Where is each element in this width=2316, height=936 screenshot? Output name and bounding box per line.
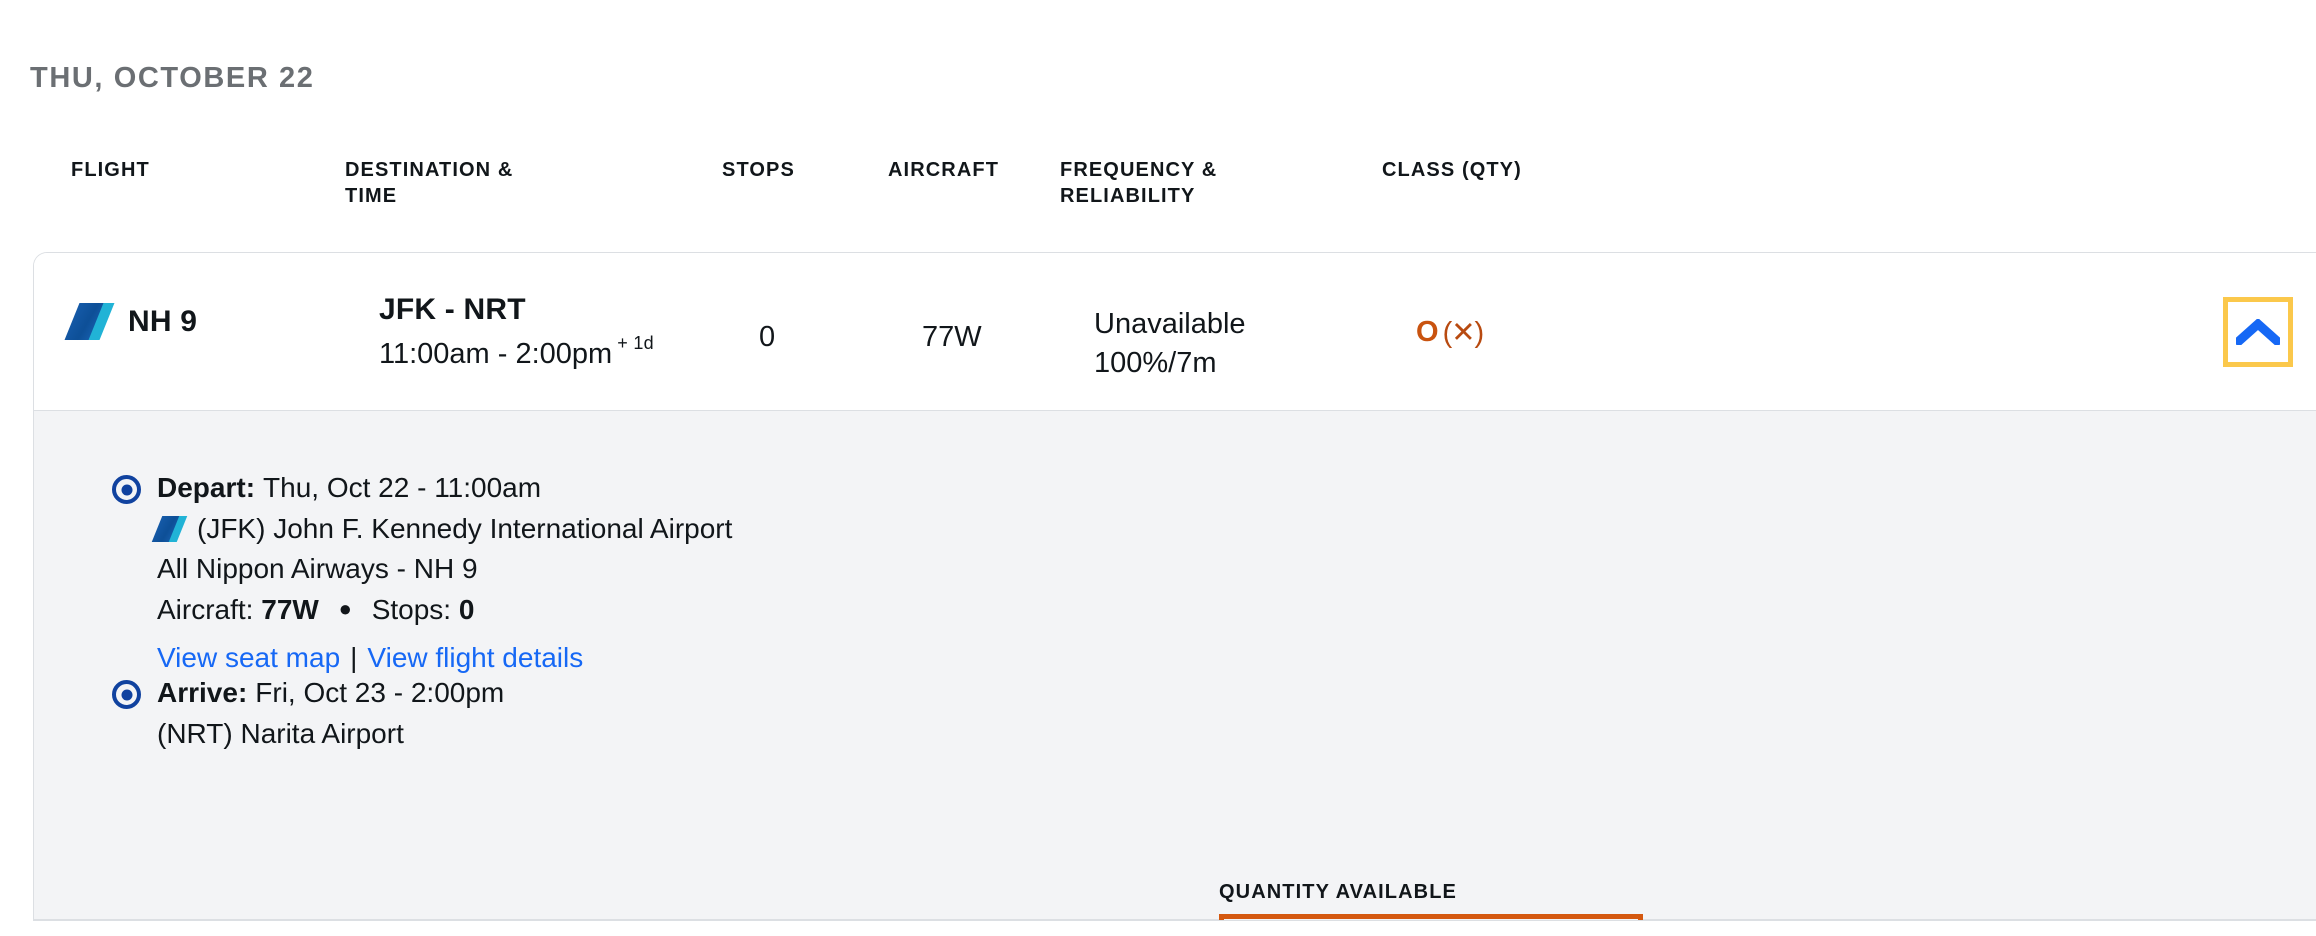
ana-airline-logo-icon-small xyxy=(151,515,188,542)
quantity-available-box: First - Award/Upgrade (O) xyxy=(1219,914,1643,920)
depart-airport-line: (JFK) John F. Kennedy International Airp… xyxy=(151,509,733,550)
time-range: 11:00am - 2:00pm xyxy=(379,337,613,370)
column-header-destination: DESTINATION & TIME xyxy=(345,159,514,207)
view-flight-details-link[interactable]: View flight details xyxy=(367,642,583,673)
depart-datetime: Thu, Oct 22 - 11:00am xyxy=(263,472,542,503)
table-row[interactable]: NH 9 JFK - NRT 11:00am - 2:00pm + 1d 0 77… xyxy=(34,253,2316,411)
stops-label: Stops: xyxy=(371,593,452,625)
arrive-point-icon xyxy=(112,680,141,709)
class-quantity-unavailable: (✕) xyxy=(1442,317,1485,349)
flight-detail-panel: Depart: Thu, Oct 22 - 11:00am (JFK) John … xyxy=(34,411,2316,920)
operator-line: All Nippon Airways - NH 9 xyxy=(157,553,478,585)
table-column-headers: FLIGHT DESTINATION & TIME STOPS AIRCRAFT… xyxy=(0,158,2316,228)
depart-datetime-line: Depart: Thu, Oct 22 - 11:00am xyxy=(157,468,732,509)
depart-leg: Depart: Thu, Oct 22 - 11:00am (JFK) John … xyxy=(112,468,732,679)
ana-airline-logo-icon xyxy=(64,303,115,340)
quantity-available-block: QUANTITY AVAILABLE First - Award/Upgrade… xyxy=(1219,881,1643,920)
stops-value: 0 xyxy=(458,593,475,625)
arrive-label: Arrive: xyxy=(157,677,248,708)
departure-arrival-times: 11:00am - 2:00pm + 1d xyxy=(379,332,654,374)
cell-destination-time: JFK - NRT 11:00am - 2:00pm + 1d xyxy=(379,291,654,373)
aircraft-label: Aircraft: xyxy=(157,593,254,625)
column-header-flight: FLIGHT xyxy=(71,159,150,181)
column-header-aircraft: AIRCRAFT xyxy=(888,159,1000,181)
depart-label: Depart: xyxy=(157,472,256,503)
date-heading: THU, OCTOBER 22 xyxy=(30,62,315,94)
arrive-leg: Arrive: Fri, Oct 23 - 2:00pm (NRT) Narita… xyxy=(112,673,504,754)
arrive-datetime-line: Arrive: Fri, Oct 23 - 2:00pm xyxy=(157,673,504,714)
plus-day-badge: + 1d xyxy=(617,332,654,353)
arrive-datetime: Fri, Oct 23 - 2:00pm xyxy=(255,677,505,708)
column-header-stops: STOPS xyxy=(722,159,795,181)
depart-point-icon xyxy=(112,475,141,504)
quantity-available-label: QUANTITY AVAILABLE xyxy=(1219,881,1457,903)
depart-airport-name: (JFK) John F. Kennedy International Airp… xyxy=(197,512,733,544)
aircraft-stops-line: Aircraft: 77W ● Stops: 0 xyxy=(157,590,732,631)
collapse-row-button[interactable] xyxy=(2223,297,2293,367)
depart-details: Depart: Thu, Oct 22 - 11:00am (JFK) John … xyxy=(151,468,733,679)
arrive-details: Arrive: Fri, Oct 23 - 2:00pm (NRT) Narita… xyxy=(157,673,504,754)
view-seat-map-link[interactable]: View seat map xyxy=(157,642,340,673)
flight-number: NH 9 xyxy=(128,304,198,338)
route-code-pair: JFK - NRT xyxy=(379,293,526,326)
cell-stops: 0 xyxy=(759,321,776,353)
cell-aircraft: 77W xyxy=(922,321,982,353)
reliability-value: 100%/7m xyxy=(1094,347,1217,380)
column-header-class-qty: CLASS (QTY) xyxy=(1382,159,1522,181)
bullet-separator-icon: ● xyxy=(338,595,352,621)
cell-flight: NH 9 xyxy=(64,303,198,340)
class-code-letter: O xyxy=(1416,316,1439,348)
cell-class-qty: O (✕) xyxy=(1416,315,1485,350)
chevron-up-icon xyxy=(2236,319,2280,345)
arrive-airport-name: (NRT) Narita Airport xyxy=(157,717,404,749)
frequency-value: Unavailable xyxy=(1094,308,1246,340)
flight-card: NH 9 JFK - NRT 11:00am - 2:00pm + 1d 0 77… xyxy=(33,252,2316,921)
column-header-frequency: FREQUENCY & RELIABILITY xyxy=(1060,159,1218,207)
flight-availability-page: THU, OCTOBER 22 FLIGHT DESTINATION & TIM… xyxy=(0,0,2316,936)
cell-frequency-reliability: Unavailable 100%/7m xyxy=(1094,305,1246,383)
link-separator: | xyxy=(350,642,358,674)
aircraft-value: 77W xyxy=(261,593,319,625)
